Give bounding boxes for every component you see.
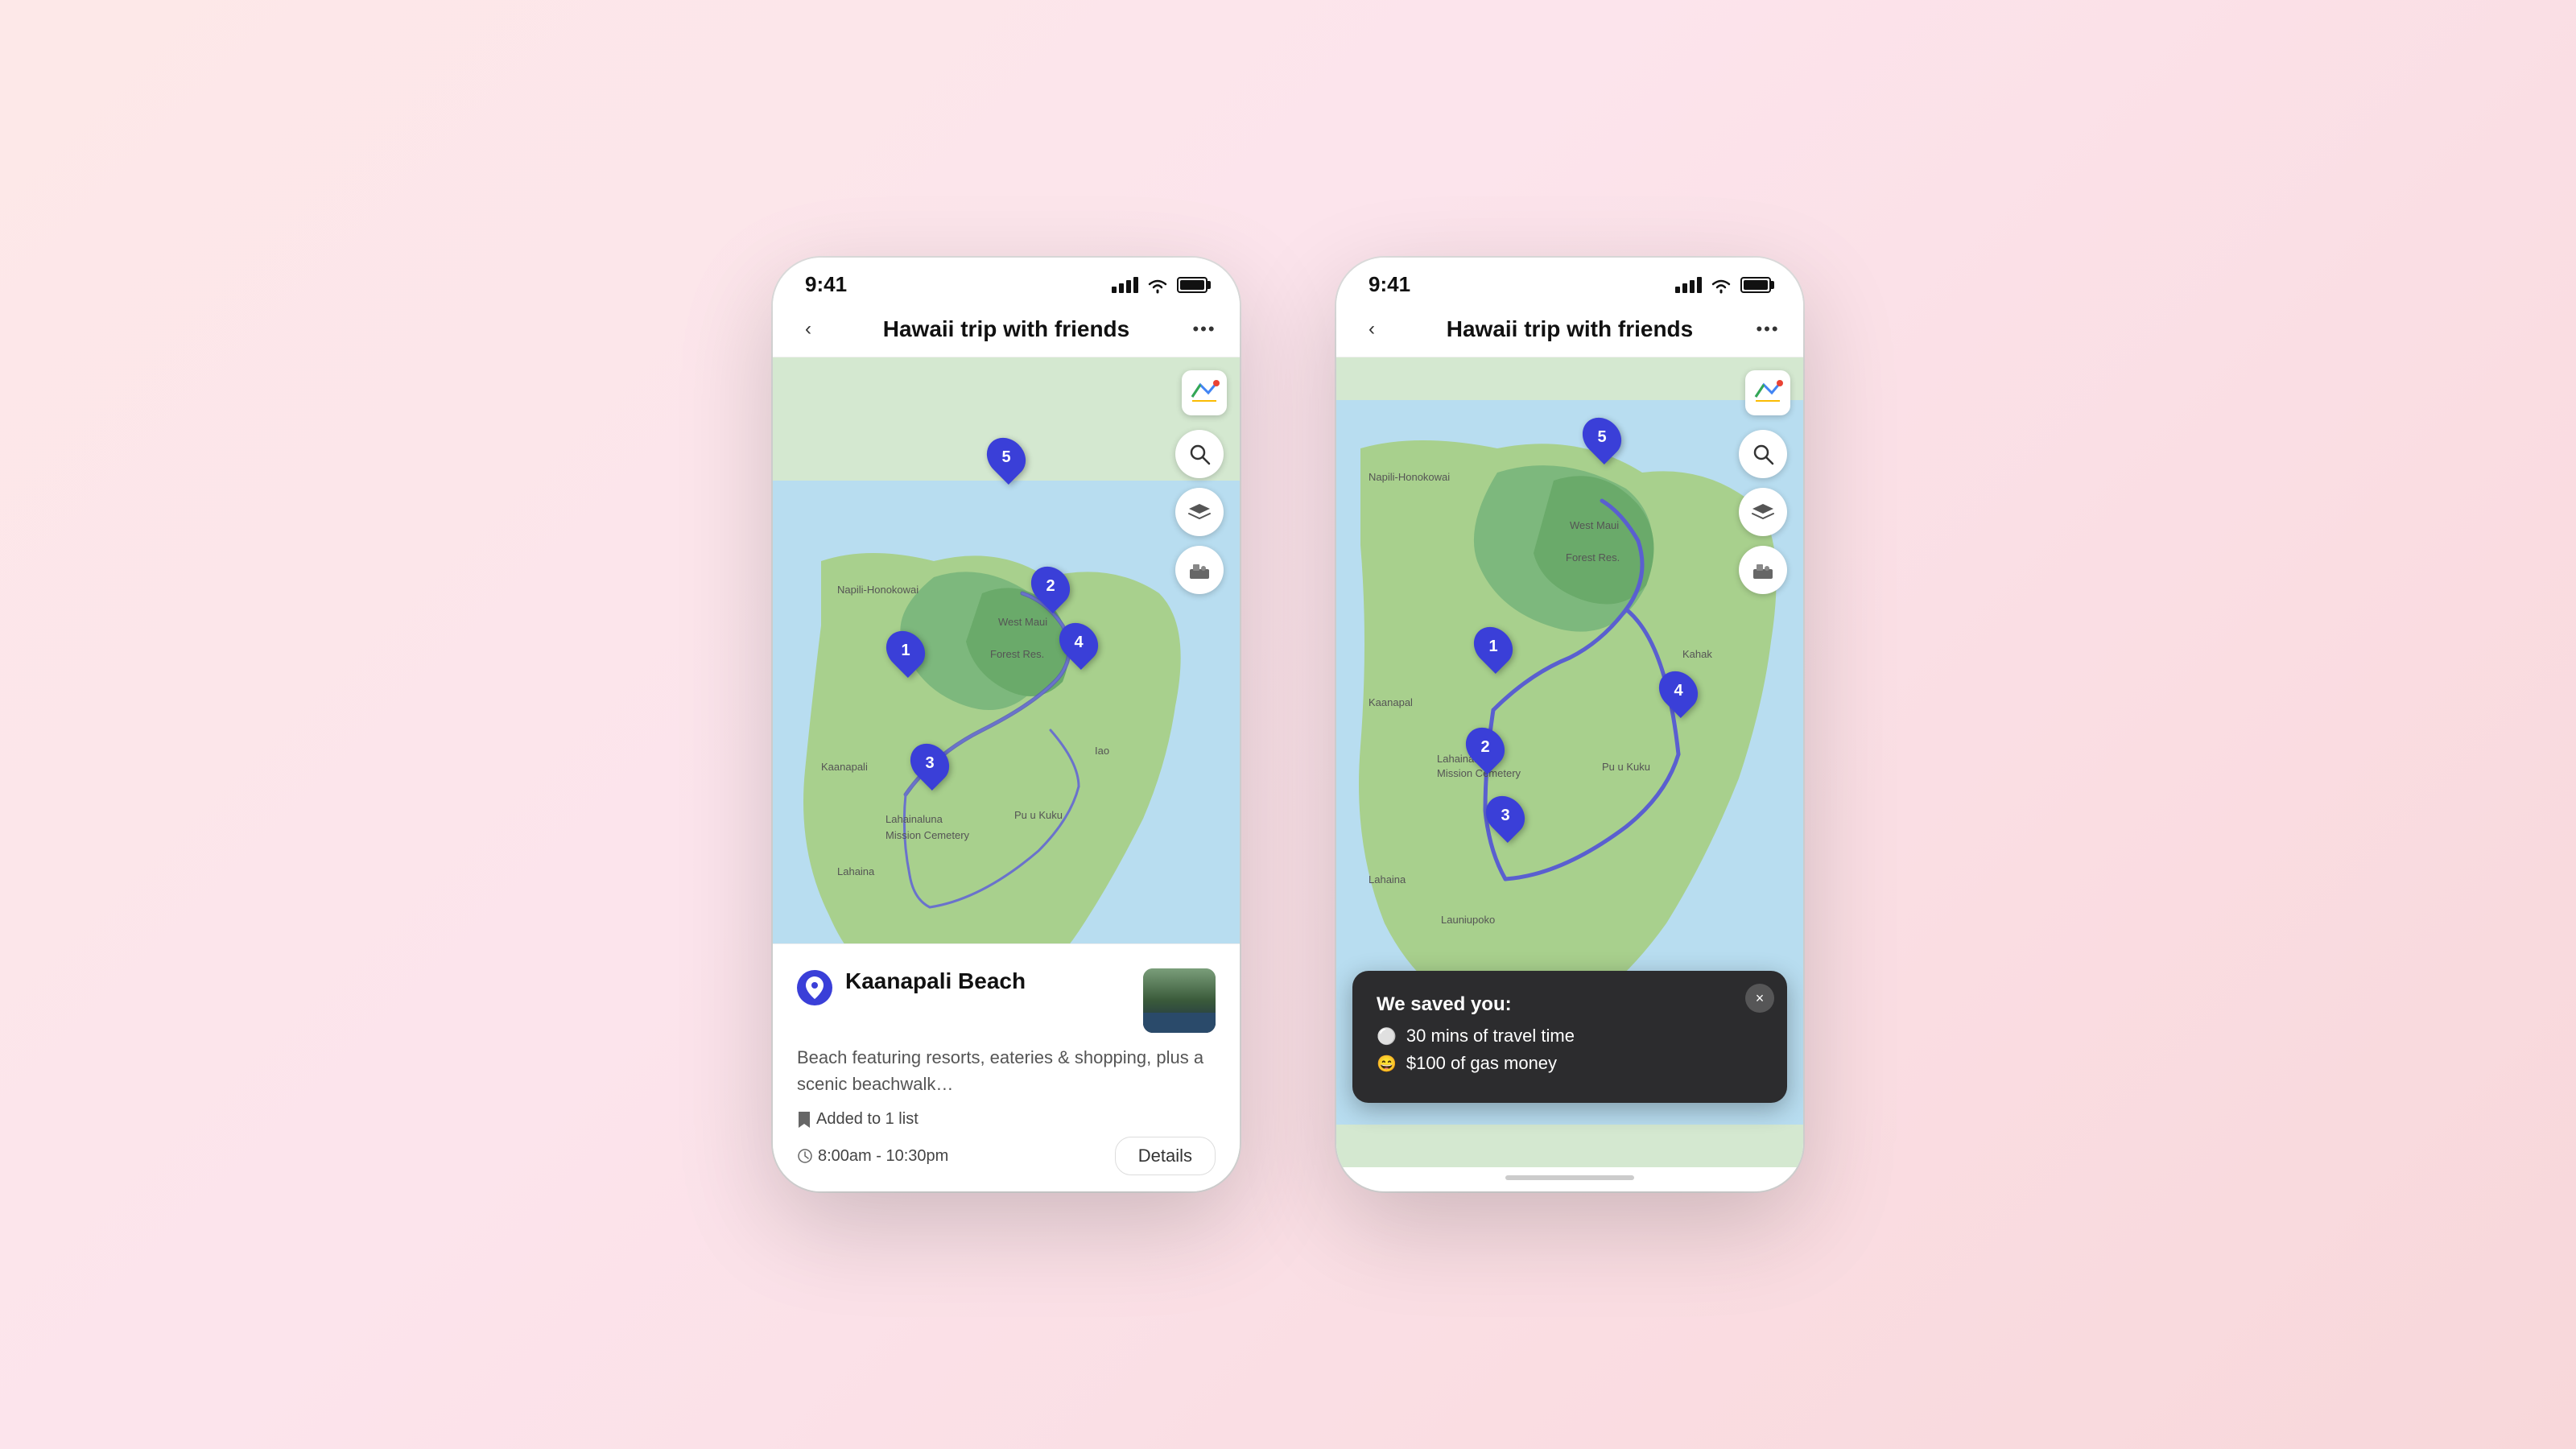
waypoint-2-phone1[interactable]: 2: [1033, 565, 1068, 607]
status-bar-2: 9:41: [1336, 258, 1803, 305]
svg-text:Lahaina: Lahaina: [1368, 873, 1406, 886]
phone-2: 9:41 ‹ Hawaii trip with friends •••: [1336, 258, 1803, 1191]
svg-text:West Maui: West Maui: [998, 616, 1047, 628]
home-indicator-2: [1505, 1175, 1634, 1180]
maps-app-icon: [1188, 377, 1220, 409]
toast-close-btn[interactable]: ×: [1745, 984, 1774, 1013]
svg-text:Napili-Honokowai: Napili-Honokowai: [1368, 471, 1450, 483]
waypoint-1-phone1[interactable]: 1: [888, 630, 923, 671]
added-to-list: Added to 1 list: [797, 1110, 919, 1129]
search-icon-1: [1188, 443, 1211, 465]
status-bar-1: 9:41: [773, 258, 1240, 305]
phones-container: 9:41 ‹ Hawaii trip with friends •••: [773, 258, 1803, 1191]
toast-notification: × We saved you: ⚪ 30 mins of travel time…: [1352, 971, 1787, 1103]
toast-item-1: ⚪ 30 mins of travel time: [1377, 1026, 1763, 1046]
map-logo-2[interactable]: [1745, 370, 1790, 415]
pin-icon-1: [806, 976, 824, 999]
place-name: Kaanapali Beach: [845, 968, 1143, 994]
svg-text:West Maui: West Maui: [1570, 519, 1619, 531]
wifi-icon-1: [1146, 276, 1169, 294]
svg-text:Lahainaluna: Lahainaluna: [886, 813, 943, 825]
back-button-1[interactable]: ‹: [792, 313, 824, 345]
battery-icon-1: [1177, 277, 1208, 293]
hotel-icon-2: [1752, 559, 1774, 580]
status-icons-1: [1112, 276, 1208, 294]
svg-text:Forest Res.: Forest Res.: [990, 648, 1044, 660]
layers-icon-2: [1751, 501, 1775, 523]
map-controls-2: [1739, 430, 1787, 594]
place-thumbnail: [1143, 968, 1216, 1033]
more-button-1[interactable]: •••: [1188, 313, 1220, 345]
svg-text:Pu u Kuku: Pu u Kuku: [1602, 761, 1650, 773]
svg-text:Launiupoko: Launiupoko: [1441, 914, 1495, 926]
status-time-1: 9:41: [805, 272, 847, 297]
hotel-btn-1[interactable]: [1175, 546, 1224, 594]
clock-icon: [797, 1148, 813, 1164]
map-logo-1[interactable]: [1182, 370, 1227, 415]
info-card-1: Kaanapali Beach: [773, 943, 1240, 1191]
bookmark-icon: [797, 1112, 811, 1128]
signal-icon-1: [1112, 277, 1138, 293]
search-map-btn-2[interactable]: [1739, 430, 1787, 478]
waypoint-4-phone2[interactable]: 4: [1661, 670, 1696, 712]
place-icon-1: [797, 970, 832, 1005]
info-meta: Added to 1 list: [797, 1110, 1216, 1129]
status-time-2: 9:41: [1368, 272, 1410, 297]
maps-app-icon-2: [1752, 377, 1784, 409]
hotel-btn-2[interactable]: [1739, 546, 1787, 594]
place-description: Beach featuring resorts, eateries & shop…: [797, 1044, 1216, 1097]
layers-icon-1: [1187, 501, 1212, 523]
search-icon-2: [1752, 443, 1774, 465]
svg-text:Lahaina: Lahaina: [837, 865, 875, 877]
svg-text:Kaanapali: Kaanapali: [821, 761, 868, 773]
toast-title: We saved you:: [1377, 993, 1763, 1016]
waypoint-5-phone2[interactable]: 5: [1584, 416, 1620, 458]
battery-icon-2: [1740, 277, 1771, 293]
svg-text:Kahak: Kahak: [1682, 648, 1712, 660]
svg-text:Iao: Iao: [1095, 745, 1109, 757]
toast-item-2: 😄 $100 of gas money: [1377, 1053, 1763, 1074]
waypoint-5-phone1[interactable]: 5: [989, 436, 1024, 478]
svg-text:Kaanapal: Kaanapal: [1368, 696, 1413, 708]
nav-bar-2: ‹ Hawaii trip with friends •••: [1336, 305, 1803, 357]
svg-text:Pu u Kuku: Pu u Kuku: [1014, 809, 1063, 821]
hours-info: 8:00am - 10:30pm: [797, 1147, 948, 1166]
map-2[interactable]: Napili-Honokowai Kaanapal Lahaina West M…: [1336, 357, 1803, 1167]
layers-btn-2[interactable]: [1739, 488, 1787, 536]
phone-1: 9:41 ‹ Hawaii trip with friends •••: [773, 258, 1240, 1191]
waypoint-1-phone2[interactable]: 1: [1476, 625, 1511, 667]
details-button[interactable]: Details: [1115, 1137, 1216, 1175]
svg-text:Mission Cemetery: Mission Cemetery: [886, 829, 970, 841]
search-map-btn-1[interactable]: [1175, 430, 1224, 478]
signal-icon-2: [1675, 277, 1702, 293]
nav-bar-1: ‹ Hawaii trip with friends •••: [773, 305, 1240, 357]
svg-text:Mission Cemetery: Mission Cemetery: [1437, 767, 1521, 779]
wifi-icon-2: [1710, 276, 1732, 294]
waypoint-2-phone2[interactable]: 2: [1468, 726, 1503, 768]
waypoint-3-phone1[interactable]: 3: [912, 742, 947, 784]
svg-text:Forest Res.: Forest Res.: [1566, 551, 1620, 564]
nav-title-2: Hawaii trip with friends: [1388, 316, 1752, 342]
status-icons-2: [1675, 276, 1771, 294]
back-button-2[interactable]: ‹: [1356, 313, 1388, 345]
waypoint-3-phone2[interactable]: 3: [1488, 795, 1523, 836]
hotel-icon-1: [1188, 559, 1211, 580]
info-footer: 8:00am - 10:30pm Details: [797, 1137, 1216, 1175]
waypoint-4-phone1[interactable]: 4: [1061, 621, 1096, 663]
layers-btn-1[interactable]: [1175, 488, 1224, 536]
svg-text:Napili-Honokowai: Napili-Honokowai: [837, 584, 919, 596]
map-controls-1: [1175, 430, 1224, 594]
more-button-2[interactable]: •••: [1752, 313, 1784, 345]
nav-title-1: Hawaii trip with friends: [824, 316, 1188, 342]
